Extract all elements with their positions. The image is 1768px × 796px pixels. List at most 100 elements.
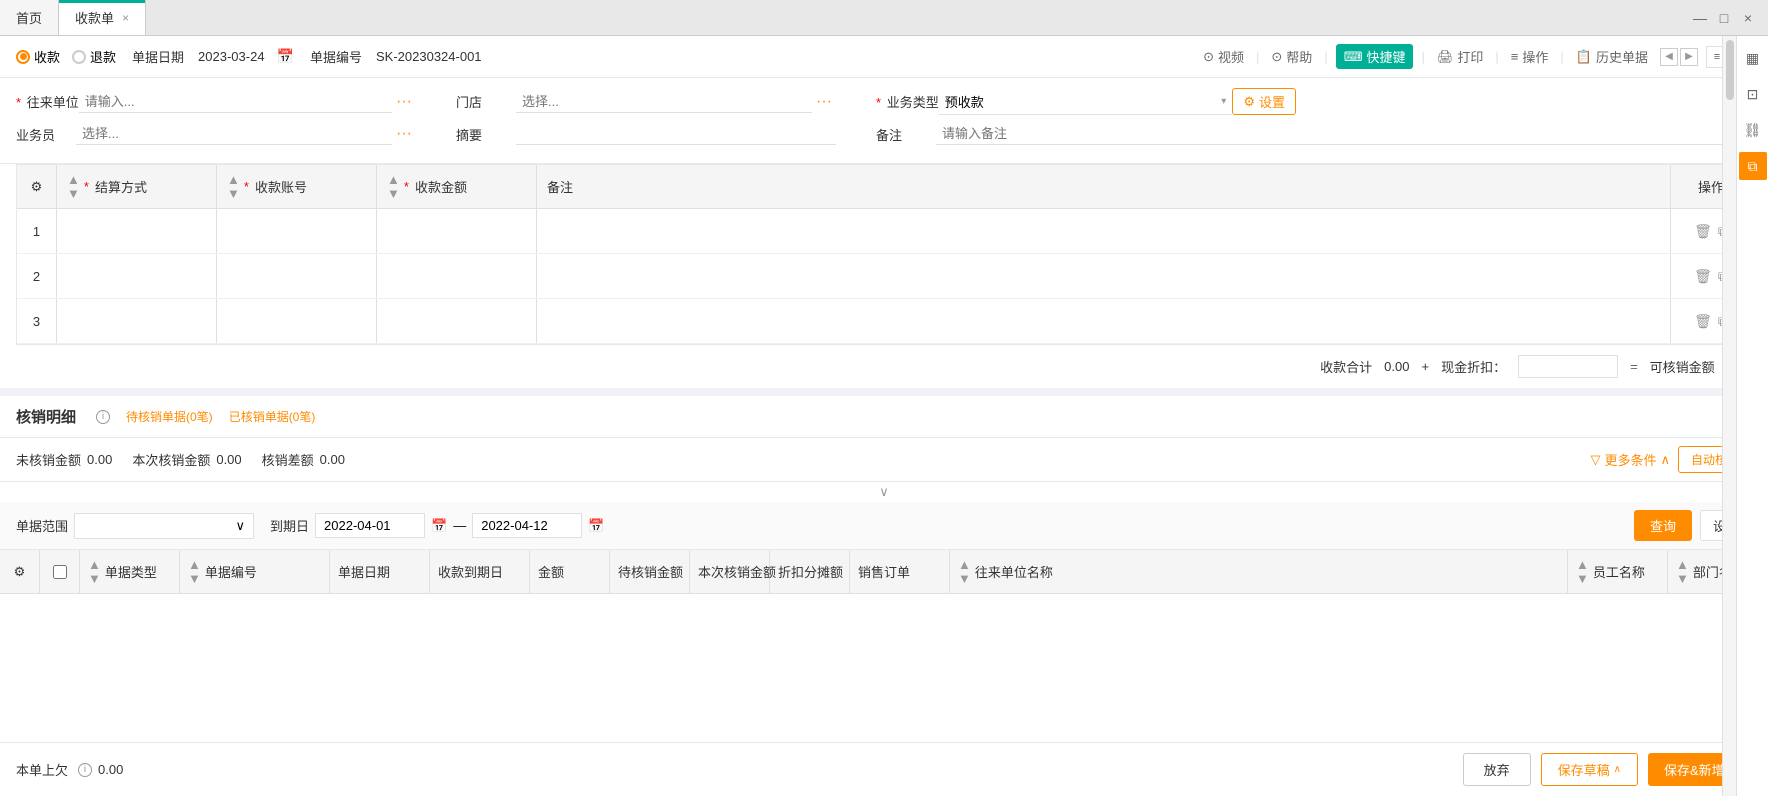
sidebar-inbox-icon[interactable]: ⊡ [1739, 80, 1767, 108]
receive-radio[interactable]: 收款 [16, 47, 60, 66]
due-date-from-input[interactable] [315, 513, 425, 538]
row2-delete-icon[interactable]: 🗑 [1694, 268, 1712, 285]
row2-settlement[interactable] [57, 254, 217, 298]
collapse-button[interactable]: ∨ [0, 482, 1768, 502]
sidebar-screen-icon[interactable]: ⧉ [1739, 152, 1767, 180]
query-button[interactable]: 查询 [1634, 510, 1692, 541]
print-label: 打印 [1457, 47, 1483, 66]
this-verify-stat: 本次核销金额 0.00 [132, 450, 241, 469]
shortcut-label: 快捷键 [1366, 47, 1405, 66]
row1-account[interactable] [217, 209, 377, 253]
dth-this-verify-label: 本次核销金额 [698, 562, 776, 581]
more-conditions-button[interactable]: ▽ 更多条件 ∧ [1590, 450, 1670, 469]
th-amount-label: 收款金额 [415, 177, 467, 196]
staff-input[interactable] [76, 123, 392, 145]
dth-pending-label: 待核销金额 [618, 562, 683, 581]
row2-remark[interactable] [537, 254, 1671, 298]
maximize-button[interactable]: □ [1716, 10, 1732, 26]
shortcut-icon: ⌨ [1344, 49, 1363, 65]
summary-input[interactable] [516, 123, 836, 145]
minimize-button[interactable]: — [1692, 10, 1708, 26]
plus-sign: + [1421, 359, 1429, 374]
th-settlement: ▲▼ * 结算方式 [57, 165, 217, 208]
verification-stats: 未核销金额 0.00 本次核销金额 0.00 核销差额 0.00 ▽ 更多条件 … [0, 438, 1768, 482]
date-value: 2023-03-24 [198, 49, 265, 64]
tab-active-label: 收款单 [75, 8, 114, 27]
sidebar-link-icon[interactable]: ⛓ [1739, 116, 1767, 144]
biz-type-value: 预收款 [945, 92, 984, 111]
verification-section: 核销明细 i 待核销单据(0笔) 已核销单据(0笔) 未核销金额 0.00 本次… [0, 396, 1768, 742]
shop-field: 门店 ··· [456, 91, 836, 113]
biz-type-select[interactable]: 预收款 ▾ [939, 89, 1233, 115]
biz-settings-button[interactable]: ⚙ 设置 [1232, 88, 1296, 115]
video-button[interactable]: ⊙ 视频 [1199, 45, 1248, 68]
calendar-to-icon[interactable]: 📅 [588, 518, 604, 534]
shortcut-button[interactable]: ⌨ 快捷键 [1336, 44, 1414, 69]
dth-amount-label: 金额 [538, 562, 564, 581]
date-calendar-icon[interactable]: 📅 [277, 48, 294, 65]
scrollbar-thumb[interactable] [1726, 40, 1734, 100]
tab-home[interactable]: 首页 [0, 0, 59, 35]
row3-remark[interactable] [537, 299, 1671, 343]
row1-idx: 1 [17, 209, 57, 253]
info-icon[interactable]: i [96, 410, 110, 424]
row1-amount[interactable] [377, 209, 537, 253]
form-area: * 往来单位 ··· 门店 ··· * 业务类型 [0, 78, 1768, 164]
history-button[interactable]: 📋 历史单据 [1572, 45, 1652, 68]
refund-radio[interactable]: 退款 [72, 47, 116, 66]
unchecked-label: 未核销金额 [16, 450, 81, 469]
discount-input[interactable] [1518, 355, 1618, 378]
scrollbar[interactable] [1722, 36, 1736, 796]
nav-next[interactable]: ▶ [1680, 48, 1698, 66]
print-button[interactable]: 🖨 打印 [1433, 45, 1488, 68]
done-tab[interactable]: 已核销单据(0笔) [229, 408, 316, 425]
select-all-checkbox[interactable] [53, 565, 67, 579]
row3-delete-icon[interactable]: 🗑 [1694, 313, 1712, 330]
row1-settlement[interactable] [57, 209, 217, 253]
section-divider [0, 388, 1768, 396]
nav-prev[interactable]: ◀ [1660, 48, 1678, 66]
dth-gear[interactable]: ⚙ [0, 550, 40, 593]
tab-bar-right: — □ × [1692, 10, 1768, 26]
bill-range-field: 单据范围 ∨ [16, 513, 254, 539]
refund-radio-circle [72, 50, 86, 64]
unchecked-value: 0.00 [87, 452, 112, 467]
bottom-actions: 放弃 保存草稿 ∧ 保存&新增 ∧ [1463, 753, 1752, 786]
th-gear[interactable]: ⚙ [17, 165, 57, 208]
bill-range-select[interactable]: ∨ [74, 513, 254, 539]
help-button[interactable]: ⊙ 帮助 [1267, 45, 1316, 68]
biz-type-required: * [876, 95, 881, 110]
shop-input[interactable] [516, 91, 812, 113]
due-date-field: 到期日 📅 — 📅 [270, 513, 604, 538]
tab-active[interactable]: 收款单 × [59, 0, 146, 35]
tab-close-icon[interactable]: × [122, 11, 129, 25]
dth-from-unit: ▲▼ 往来单位名称 [950, 550, 1568, 593]
row2-amount[interactable] [377, 254, 537, 298]
discard-button[interactable]: 放弃 [1463, 753, 1531, 786]
row1-delete-icon[interactable]: 🗑 [1694, 223, 1712, 240]
shop-more-button[interactable]: ··· [812, 93, 836, 111]
calendar-from-icon[interactable]: 📅 [431, 518, 447, 534]
sidebar-table-icon[interactable]: ▦ [1739, 44, 1767, 72]
action-button[interactable]: ≡ 操作 [1507, 45, 1553, 68]
pending-tab[interactable]: 待核销单据(0笔) [126, 408, 213, 425]
row3-account[interactable] [217, 299, 377, 343]
party-more-button[interactable]: ··· [392, 93, 416, 111]
sort-icon: ▲▼ [67, 173, 80, 200]
close-button[interactable]: × [1740, 10, 1756, 26]
form-row-1: * 往来单位 ··· 门店 ··· * 业务类型 [16, 88, 1752, 115]
due-date-to-input[interactable] [472, 513, 582, 538]
save-draft-button[interactable]: 保存草稿 ∧ [1541, 753, 1638, 786]
row3-amount[interactable] [377, 299, 537, 343]
biz-type-chevron: ▾ [1221, 96, 1226, 107]
info-icon2[interactable]: i [78, 763, 92, 777]
row2-account[interactable] [217, 254, 377, 298]
biz-type-label: * 业务类型 [876, 92, 939, 111]
dth-collect-date-label: 收款到期日 [438, 562, 503, 581]
party-input[interactable] [79, 91, 392, 113]
row3-settlement[interactable] [57, 299, 217, 343]
staff-more-button[interactable]: ··· [392, 125, 416, 143]
note-input[interactable] [936, 123, 1752, 145]
row1-remark[interactable] [537, 209, 1671, 253]
discount-label: 现金折扣： [1441, 357, 1506, 376]
